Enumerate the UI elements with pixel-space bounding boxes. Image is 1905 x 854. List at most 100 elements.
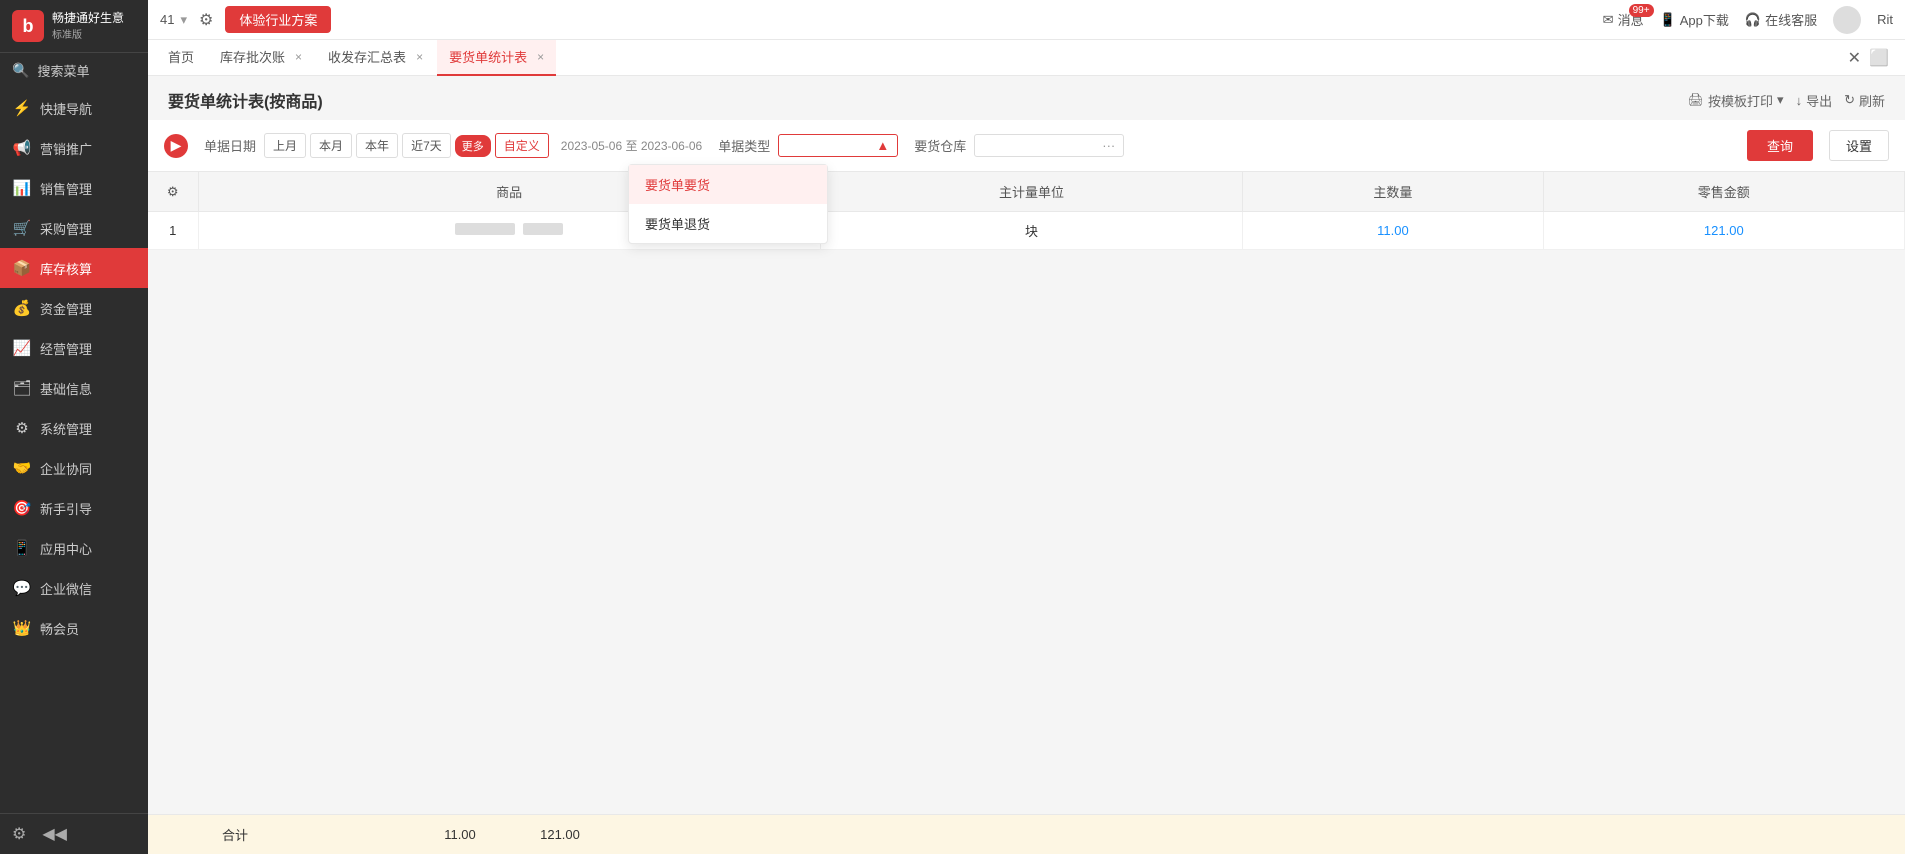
sidebar-nav: ⚡ 快捷导航 📢 营销推广 📊 销售管理 🛒 采购管理 📦 库存核算 💰 资金管… <box>0 88 148 813</box>
refresh-button[interactable]: ↻ 刷新 <box>1844 91 1885 110</box>
product-name-placeholder <box>455 223 515 235</box>
finance-icon: 💰 <box>12 298 32 318</box>
date-range-display: 2023-05-06 至 2023-06-06 <box>561 137 702 154</box>
appstore-icon: 📱 <box>12 538 32 558</box>
sidebar-item-guide[interactable]: 🎯 新手引导 <box>0 488 148 528</box>
online-service-button[interactable]: 🎧 在线客服 <box>1745 10 1817 29</box>
system-icon: ⚙ <box>12 418 32 438</box>
trial-button[interactable]: 体验行业方案 <box>225 6 331 33</box>
store-num: 41 <box>160 12 174 27</box>
tab-close-inventory-batch[interactable]: × <box>295 50 302 64</box>
sidebar-item-base[interactable]: 🗂 基础信息 <box>0 368 148 408</box>
sidebar-item-wechat[interactable]: 💬 企业微信 <box>0 568 148 608</box>
dropdown-item-return[interactable]: 要货单退货 <box>629 204 827 243</box>
wechat-icon: 💬 <box>12 578 32 598</box>
store-selector[interactable]: 41 ▾ <box>160 12 187 28</box>
date-pill-custom[interactable]: 自定义 <box>495 133 549 158</box>
sidebar-bottom: ⚙ ◀◀ <box>0 813 148 854</box>
message-button[interactable]: ✉ 消息 99+ <box>1603 10 1644 29</box>
date-filter-group: 单据日期 上月 本月 本年 近7天 更多 自定义 2023-05-06 至 20… <box>204 133 702 158</box>
sidebar-item-sales[interactable]: 📊 销售管理 <box>0 168 148 208</box>
type-select[interactable]: ▲ <box>778 134 898 157</box>
app-download-button[interactable]: 📱 App下载 <box>1660 10 1729 29</box>
sales-icon: 📊 <box>12 178 32 198</box>
row-qty-link[interactable]: 11.00 <box>1377 223 1409 238</box>
sidebar: b 畅捷通好生意 标准版 🔍 搜索菜单 ⚡ 快捷导航 📢 营销推广 📊 销售管理… <box>0 0 148 854</box>
tab-order-stats[interactable]: 要货单统计表 × <box>437 40 556 76</box>
row-amount: 121.00 <box>1543 212 1904 250</box>
tab-home[interactable]: 首页 <box>156 40 206 76</box>
warehouse-select[interactable]: ··· <box>974 134 1124 157</box>
filter-toggle-button[interactable]: ▶ <box>164 134 188 158</box>
tab-close-order-stats[interactable]: × <box>537 50 544 64</box>
app-logo-icon: b <box>12 10 44 42</box>
print-dropdown-icon: ▾ <box>1777 92 1784 108</box>
tab-main-controls: ✕ ⬜ <box>1848 48 1897 68</box>
date-pill-thismonth[interactable]: 本月 <box>310 133 352 158</box>
refresh-icon: ↻ <box>1844 92 1855 108</box>
table-container: ⚙ 商品 主计量单位 主数量 零售金额 1 <box>148 172 1905 814</box>
footer-qty: 11.00 <box>410 827 510 842</box>
sidebar-collapse-icon[interactable]: ◀◀ <box>42 824 67 844</box>
tabs-bar: 首页 库存批次账 × 收发存汇总表 × 要货单统计表 × ✕ ⬜ <box>148 40 1905 76</box>
marketing-icon: 📢 <box>12 138 32 158</box>
row-qty: 11.00 <box>1243 212 1543 250</box>
tab-expand-icon[interactable]: ⬜ <box>1869 48 1889 68</box>
purchase-icon: 🛒 <box>12 218 32 238</box>
warehouse-more-icon: ··· <box>1102 138 1115 153</box>
member-icon: 👑 <box>12 618 32 638</box>
date-pill-more[interactable]: 更多 <box>455 135 491 157</box>
col-settings[interactable]: ⚙ <box>148 172 198 212</box>
page-actions: 🖨 按模板打印 ▾ ↓ 导出 ↻ 刷新 <box>1688 91 1886 110</box>
phone-icon: 📱 <box>1660 12 1676 28</box>
dropdown-item-order[interactable]: 要货单要货 <box>629 165 827 204</box>
sidebar-item-shortcut[interactable]: ⚡ 快捷导航 <box>0 88 148 128</box>
topbar: 41 ▾ ⚙ 体验行业方案 ✉ 消息 99+ 📱 App下载 🎧 在线客服 Ri… <box>148 0 1905 40</box>
col-qty: 主数量 <box>1243 172 1543 212</box>
sidebar-item-system[interactable]: ⚙ 系统管理 <box>0 408 148 448</box>
sidebar-item-purchase[interactable]: 🛒 采购管理 <box>0 208 148 248</box>
sidebar-item-marketing[interactable]: 📢 营销推广 <box>0 128 148 168</box>
main-area: 41 ▾ ⚙ 体验行业方案 ✉ 消息 99+ 📱 App下载 🎧 在线客服 Ri… <box>148 0 1905 854</box>
row-amount-link[interactable]: 121.00 <box>1704 223 1744 238</box>
app-brand: 畅捷通好生意 标准版 <box>52 11 124 42</box>
tab-close-receive-summary[interactable]: × <box>416 50 423 64</box>
print-button[interactable]: 🖨 按模板打印 ▾ <box>1688 91 1784 110</box>
table-row: 1 块 11.00 121.00 <box>148 212 1905 250</box>
setting-button[interactable]: 设置 <box>1829 130 1889 161</box>
tab-receive-summary[interactable]: 收发存汇总表 × <box>316 40 435 76</box>
store-dropdown-icon: ▾ <box>180 12 187 28</box>
sidebar-search[interactable]: 🔍 搜索菜单 <box>0 53 148 88</box>
sidebar-item-appstore[interactable]: 📱 应用中心 <box>0 528 148 568</box>
content-area: 要货单统计表(按商品) 🖨 按模板打印 ▾ ↓ 导出 ↻ 刷新 ▶ <box>148 76 1905 854</box>
sidebar-item-enterprise[interactable]: 🤝 企业协同 <box>0 448 148 488</box>
sidebar-logo: b 畅捷通好生意 标准版 <box>0 0 148 53</box>
tab-inventory-batch[interactable]: 库存批次账 × <box>208 40 314 76</box>
sidebar-item-inventory[interactable]: 📦 库存核算 <box>0 248 148 288</box>
export-button[interactable]: ↓ 导出 <box>1796 91 1833 110</box>
topbar-settings-icon[interactable]: ⚙ <box>199 10 213 30</box>
message-icon: ✉ <box>1603 12 1614 28</box>
print-icon: 🖨 <box>1688 92 1705 108</box>
type-dropdown: 要货单要货 要货单退货 <box>628 164 828 244</box>
tab-close-all-icon[interactable]: ✕ <box>1848 48 1861 68</box>
date-pill-lastmonth[interactable]: 上月 <box>264 133 306 158</box>
user-avatar[interactable] <box>1833 6 1861 34</box>
sidebar-settings-icon[interactable]: ⚙ <box>12 824 26 844</box>
warehouse-filter-label: 要货仓库 <box>914 136 966 155</box>
warehouse-filter-group: 要货仓库 ··· <box>914 134 1124 157</box>
sidebar-item-finance[interactable]: 💰 资金管理 <box>0 288 148 328</box>
user-name[interactable]: Rit <box>1877 12 1893 27</box>
col-unit: 主计量单位 <box>820 172 1242 212</box>
date-pill-7days[interactable]: 近7天 <box>402 133 451 158</box>
col-amount: 零售金额 <box>1543 172 1904 212</box>
sidebar-item-member[interactable]: 👑 畅会员 <box>0 608 148 648</box>
table-settings-icon[interactable]: ⚙ <box>167 184 179 199</box>
date-pill-thisyear[interactable]: 本年 <box>356 133 398 158</box>
shortcut-icon: ⚡ <box>12 98 32 118</box>
page-title: 要货单统计表(按商品) <box>168 88 323 112</box>
date-filter-label: 单据日期 <box>204 136 256 155</box>
sidebar-item-operation[interactable]: 📈 经营管理 <box>0 328 148 368</box>
headset-icon: 🎧 <box>1745 12 1761 28</box>
query-button[interactable]: 查询 <box>1747 130 1813 161</box>
